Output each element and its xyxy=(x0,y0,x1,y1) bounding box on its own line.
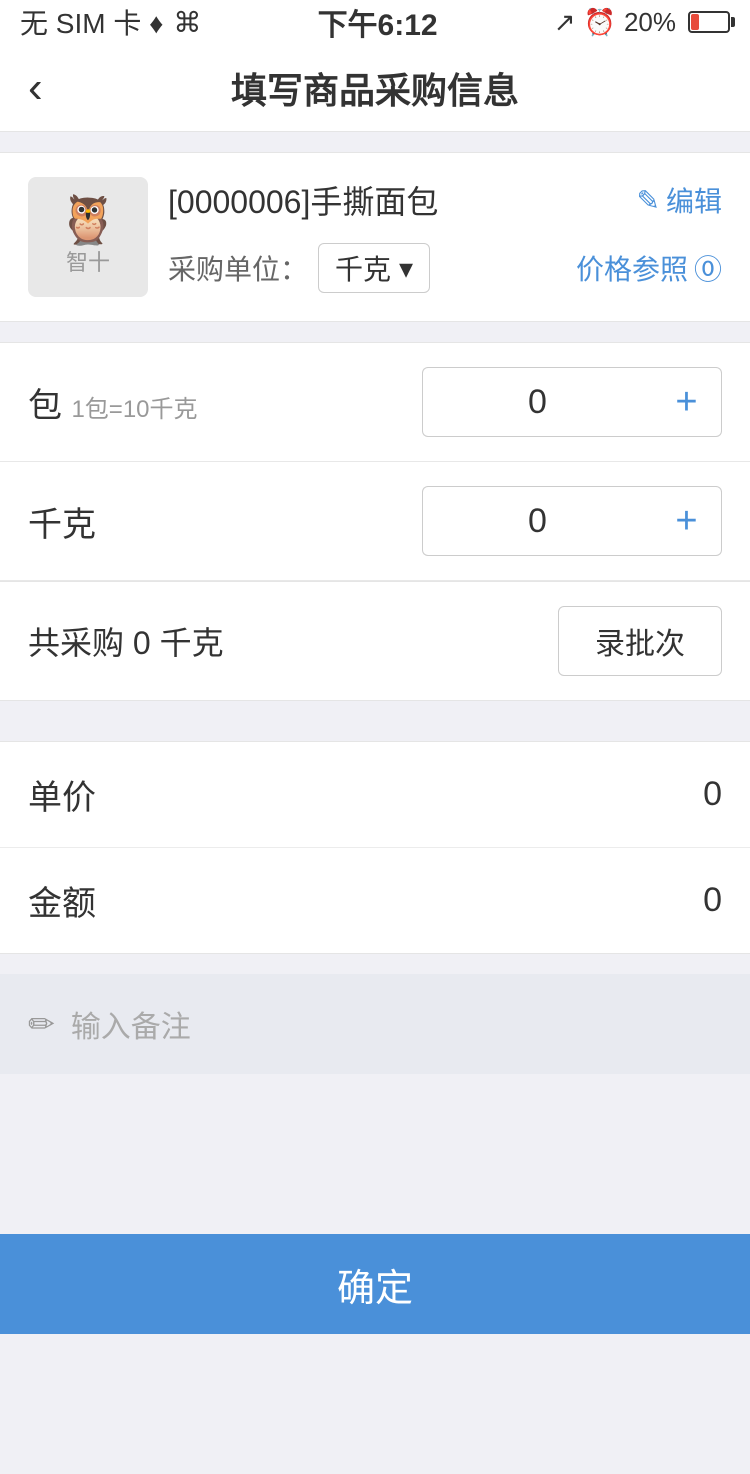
product-full-name: [0000006]手撕面包 xyxy=(168,177,438,223)
product-logo-icon: 🦉 xyxy=(58,197,118,245)
alarm-icon: ⏰ xyxy=(584,7,616,38)
nav-bar: ‹ 填写商品采购信息 xyxy=(0,44,750,132)
battery-percent: 20% xyxy=(624,7,676,38)
unit-price-row: 单价 0 xyxy=(0,742,750,848)
price-ref-label: 价格参照 xyxy=(576,248,688,288)
qty-sublabel-bag: 1包=10千克 xyxy=(71,396,197,423)
pencil-icon: ✏ xyxy=(28,1005,55,1043)
qty-plus-bag[interactable]: + xyxy=(652,367,722,437)
unit-price-value: 0 xyxy=(703,775,722,814)
status-time: 下午6:12 xyxy=(318,0,438,44)
summary-prefix: 共采购 xyxy=(28,625,124,661)
battery-icon xyxy=(688,11,730,33)
product-info: [0000006]手撕面包 ✎ 编辑 采购单位： 千克 ▾ 价格参照 ⓪ xyxy=(168,177,722,293)
confirm-button[interactable]: 确定 xyxy=(0,1234,750,1334)
no-sim-label: 无 SIM 卡 ♦ xyxy=(20,2,163,42)
status-bar: 无 SIM 卡 ♦ ⌘ 下午6:12 ↗ ⏰ 20% xyxy=(0,0,750,44)
dropdown-icon: ▾ xyxy=(399,252,413,285)
question-icon: ⓪ xyxy=(694,248,722,288)
price-ref-button[interactable]: 价格参照 ⓪ xyxy=(576,248,722,288)
qty-label-kg: 千克 xyxy=(28,497,248,546)
summary-text: 共采购 0 千克 xyxy=(28,618,224,664)
qty-input-wrap-kg: + xyxy=(248,486,722,556)
product-image: 🦉 智十 xyxy=(28,177,148,297)
qty-row-kg: 千克 + xyxy=(0,462,750,581)
price-section: 单价 0 金额 0 xyxy=(0,741,750,954)
quantity-section: 包 1包=10千克 + 千克 + xyxy=(0,342,750,581)
unit-label: 采购单位： xyxy=(168,248,308,288)
qty-input-bag[interactable] xyxy=(422,367,652,437)
back-button[interactable]: ‹ xyxy=(28,63,43,113)
edit-button[interactable]: ✎ 编辑 xyxy=(637,180,722,220)
qty-input-kg[interactable] xyxy=(422,486,652,556)
separator-2 xyxy=(0,701,750,721)
edit-label: 编辑 xyxy=(666,180,722,220)
status-right: ↗ ⏰ 20% xyxy=(554,7,730,38)
summary-unit: 千克 xyxy=(160,625,224,661)
status-left: 无 SIM 卡 ♦ ⌘ xyxy=(20,2,201,42)
product-card: 🦉 智十 [0000006]手撕面包 ✎ 编辑 采购单位： 千克 ▾ xyxy=(0,152,750,322)
note-placeholder: 输入备注 xyxy=(71,1002,191,1046)
qty-input-wrap-bag: + xyxy=(248,367,722,437)
batch-button[interactable]: 录批次 xyxy=(558,606,722,676)
wifi-icon: ⌘ xyxy=(173,6,201,39)
note-section[interactable]: ✏ 输入备注 xyxy=(0,974,750,1074)
amount-label: 金额 xyxy=(28,876,96,925)
edit-icon: ✎ xyxy=(637,184,660,217)
logo-text: 智十 xyxy=(66,245,110,277)
amount-value: 0 xyxy=(703,881,722,920)
qty-label-bag: 包 1包=10千克 xyxy=(28,378,248,427)
qty-plus-kg[interactable]: + xyxy=(652,486,722,556)
amount-row: 金额 0 xyxy=(0,848,750,953)
summary-row: 共采购 0 千克 录批次 xyxy=(0,581,750,701)
unit-select[interactable]: 千克 ▾ xyxy=(318,243,430,293)
page-title: 填写商品采购信息 xyxy=(231,62,519,114)
unit-value: 千克 xyxy=(335,248,391,288)
summary-value: 0 xyxy=(133,625,151,661)
separator-1 xyxy=(0,322,750,342)
location-icon: ↗ xyxy=(554,7,576,38)
unit-price-label: 单价 xyxy=(28,770,96,819)
qty-row-bag: 包 1包=10千克 + xyxy=(0,343,750,462)
